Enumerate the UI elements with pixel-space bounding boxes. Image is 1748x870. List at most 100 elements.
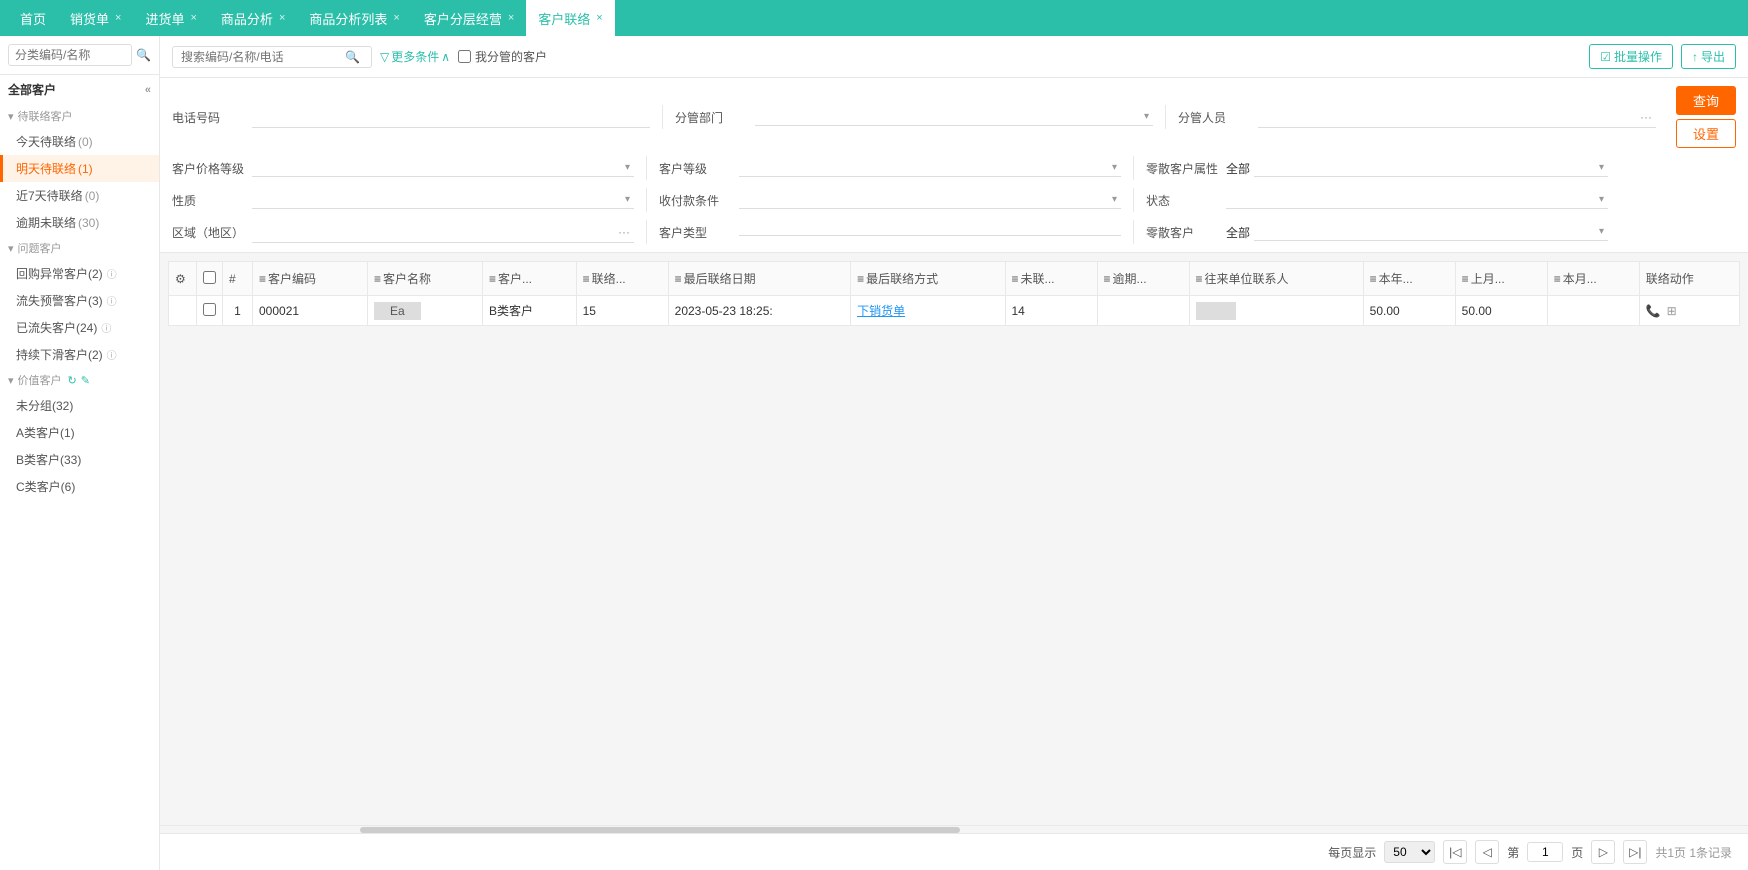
row-select-checkbox[interactable] [203, 303, 216, 316]
status-select[interactable]: ▾ [1226, 191, 1608, 209]
search-input[interactable] [181, 50, 341, 64]
scrollbar-thumb[interactable] [360, 827, 960, 833]
prev-page-button[interactable]: ◁ [1475, 840, 1499, 864]
retail-customer-dropdown-icon: ▾ [1599, 226, 1604, 237]
my-customers-checkbox[interactable] [458, 50, 471, 63]
sidebar-item-today-contact[interactable]: 今天待联络(0) [0, 128, 159, 155]
nav-customer-contact[interactable]: 客户联络 × [526, 0, 614, 36]
nav-purchase-order[interactable]: 进货单 × [133, 0, 208, 36]
row-overdue [1097, 296, 1189, 326]
table-area: ⚙ # ≡ 客户编码 ≡ [160, 253, 1748, 825]
sidebar-item-class-c[interactable]: C类客户(6) [0, 473, 159, 500]
search-bar: 🔍 ▽ 更多条件 ∧ 我分管的客户 ☑ 批量操作 ↑ 导出 [160, 36, 1748, 78]
th-this-year[interactable]: ≡ 本年... [1363, 262, 1455, 296]
retail-attr-select[interactable]: ▾ [1254, 159, 1608, 177]
action-phone-icon[interactable]: 📞 [1646, 304, 1661, 318]
filter-payment-terms: 收付款条件 ▾ [659, 191, 1121, 209]
region-select[interactable]: ··· [252, 222, 634, 243]
manager-more-icon[interactable]: ··· [1640, 110, 1652, 124]
divider-2 [1165, 105, 1166, 129]
row-customer-code: 000021 [253, 296, 368, 326]
th-gear[interactable]: ⚙ [169, 262, 197, 296]
sidebar-search-input[interactable] [8, 44, 132, 66]
first-page-button[interactable]: |◁ [1443, 840, 1467, 864]
sidebar-item-repurchase-abnormal[interactable]: 回购异常客户(2) ⓘ [0, 260, 159, 287]
th-not-contacted[interactable]: ≡ 未联... [1005, 262, 1097, 296]
th-last-month[interactable]: ≡ 上月... [1455, 262, 1547, 296]
chevron-up-icon: ∧ [441, 50, 450, 64]
customer-type-select[interactable] [739, 229, 1121, 236]
th-last-contact-method[interactable]: ≡ 最后联络方式 [851, 262, 1005, 296]
settings-button[interactable]: 设置 [1676, 119, 1736, 148]
region-more-icon[interactable]: ··· [618, 225, 630, 239]
th-actions: 联络动作 [1639, 262, 1739, 296]
customer-price-level-select[interactable]: ▾ [252, 159, 634, 177]
nav-sales-order[interactable]: 销货单 × [58, 0, 133, 36]
phone-input[interactable] [252, 107, 650, 128]
dept-select[interactable]: ▾ [755, 108, 1153, 126]
batch-action-button[interactable]: ☑ 批量操作 [1589, 44, 1673, 69]
sidebar-item-tomorrow-contact[interactable]: 明天待联络(1) [0, 155, 159, 182]
close-product-analysis-icon[interactable]: × [279, 12, 285, 24]
all-customers-label: 全部客户 [8, 81, 56, 98]
sidebar-item-overdue-contact[interactable]: 逾期未联络(30) [0, 209, 159, 236]
close-customer-tiering-icon[interactable]: × [508, 12, 514, 24]
sidebar: 🔍 全部客户 « 待联络客户 今天待联络(0) 明天待联络(1) 近7天待联络(… [0, 36, 160, 870]
action-grid-icon[interactable]: ⊞ [1667, 304, 1677, 318]
row-this-year: 50.00 [1363, 296, 1455, 326]
customer-level-dropdown-icon: ▾ [1112, 162, 1117, 173]
nav-product-analysis-list[interactable]: 商品分析列表 × [297, 0, 411, 36]
top-nav: 首页 销货单 × 进货单 × 商品分析 × 商品分析列表 × 客户分层经营 × … [0, 0, 1748, 36]
close-product-analysis-list-icon[interactable]: × [393, 12, 399, 24]
status-dropdown-icon: ▾ [1599, 194, 1604, 205]
last-page-button[interactable]: ▷| [1623, 840, 1647, 864]
edit-value-customers-icon[interactable]: ✎ [81, 374, 90, 387]
sidebar-item-ungrouped[interactable]: 未分组(32) [0, 392, 159, 419]
th-unit-contacts[interactable]: ≡ 往来单位联系人 [1189, 262, 1363, 296]
info-repurchase-icon: ⓘ [107, 266, 117, 281]
divider-3 [646, 156, 647, 180]
manager-select[interactable]: ··· [1258, 107, 1656, 128]
close-customer-contact-icon[interactable]: × [596, 12, 602, 24]
next-page-button[interactable]: ▷ [1591, 840, 1615, 864]
divider-6 [1133, 188, 1134, 212]
export-button[interactable]: ↑ 导出 [1681, 44, 1736, 69]
select-all-checkbox[interactable] [203, 271, 216, 284]
customer-level-select[interactable]: ▾ [739, 159, 1121, 177]
filter-row-4: 区域（地区） ··· 客户类型 零散客户 全部 [172, 220, 1736, 244]
sidebar-search-icon[interactable]: 🔍 [136, 48, 151, 62]
page-number-input[interactable] [1527, 842, 1563, 862]
row-checkbox [197, 296, 223, 326]
sidebar-item-churn-warning[interactable]: 流失预警客户(3) ⓘ [0, 287, 159, 314]
nav-product-analysis[interactable]: 商品分析 × [209, 0, 297, 36]
sidebar-item-7days-contact[interactable]: 近7天待联络(0) [0, 182, 159, 209]
th-customer-type[interactable]: ≡ 客户... [483, 262, 577, 296]
nav-customer-tiering[interactable]: 客户分层经营 × [412, 0, 526, 36]
search-icon[interactable]: 🔍 [345, 50, 360, 64]
query-button[interactable]: 查询 [1676, 86, 1736, 115]
th-customer-code[interactable]: ≡ 客户编码 [253, 262, 368, 296]
refresh-value-customers-icon[interactable]: ↻ [68, 374, 77, 387]
all-customers-header[interactable]: 全部客户 « [0, 75, 159, 104]
sidebar-item-class-b[interactable]: B类客户(33) [0, 446, 159, 473]
sidebar-item-class-a[interactable]: A类客户(1) [0, 419, 159, 446]
gender-select[interactable]: ▾ [252, 191, 634, 209]
th-customer-name[interactable]: ≡ 客户名称 [368, 262, 483, 296]
th-overdue[interactable]: ≡ 逾期... [1097, 262, 1189, 296]
horizontal-scrollbar[interactable] [160, 825, 1748, 833]
row-last-contact-date: 2023-05-23 18:25: [668, 296, 850, 326]
search-input-wrap: 🔍 [172, 46, 372, 68]
nav-home[interactable]: 首页 [8, 0, 58, 36]
payment-terms-select[interactable]: ▾ [739, 191, 1121, 209]
more-conditions-button[interactable]: ▽ 更多条件 ∧ [380, 48, 450, 65]
sidebar-item-churned[interactable]: 已流失客户(24) ⓘ [0, 314, 159, 341]
close-purchase-order-icon[interactable]: × [190, 12, 196, 24]
close-sales-order-icon[interactable]: × [115, 12, 121, 24]
per-page-select[interactable]: 50 100 200 [1384, 841, 1435, 863]
retail-customer-select[interactable]: ▾ [1254, 223, 1608, 241]
th-last-contact-date[interactable]: ≡ 最后联络日期 [668, 262, 850, 296]
th-this-month[interactable]: ≡ 本月... [1547, 262, 1639, 296]
sidebar-item-declining[interactable]: 持续下滑客户(2) ⓘ [0, 341, 159, 368]
per-page-label: 每页显示 [1328, 844, 1376, 861]
th-contact[interactable]: ≡ 联络... [576, 262, 668, 296]
